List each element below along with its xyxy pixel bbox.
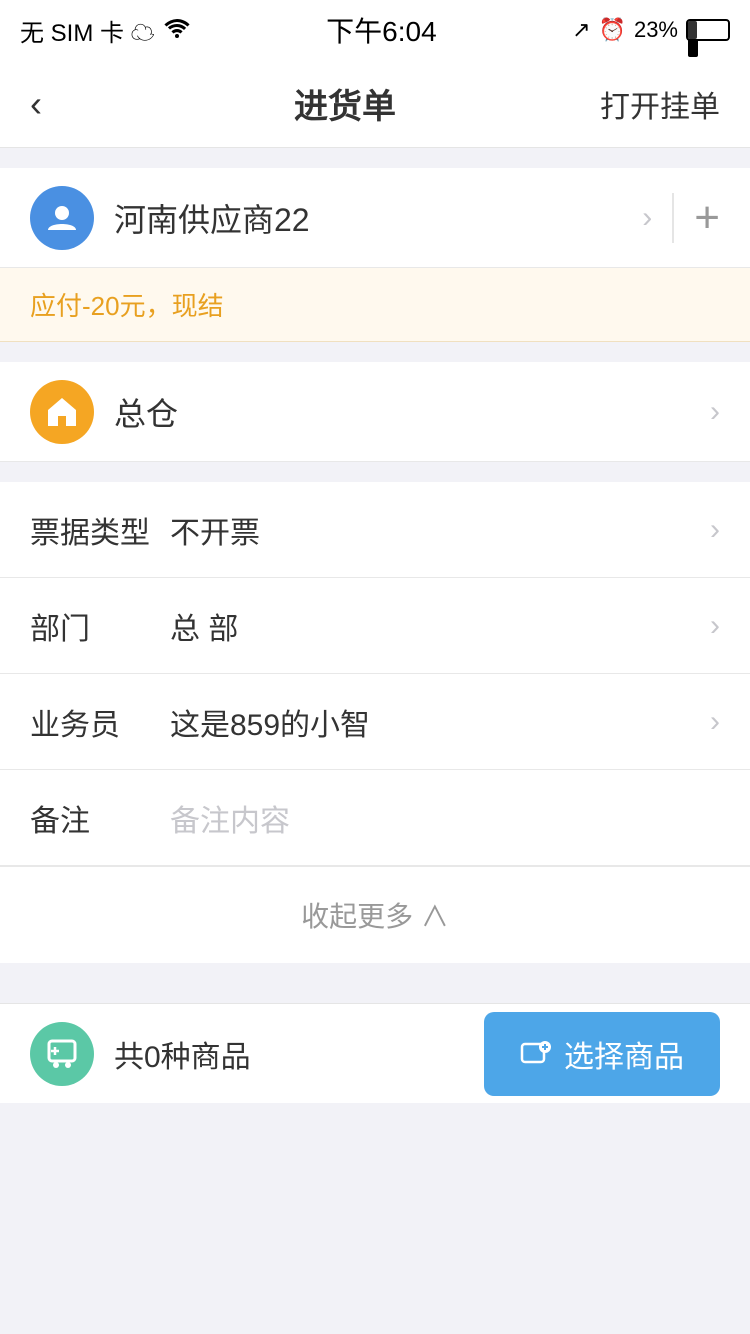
- section-gap-1: [0, 148, 750, 168]
- invoice-type-label: 票据类型: [30, 508, 170, 552]
- select-product-button[interactable]: 选择商品: [484, 1012, 720, 1096]
- status-right: ↗ ⏰ 23%: [572, 17, 730, 43]
- product-icon: [30, 1022, 94, 1086]
- supplier-section: 河南供应商22 › + 应付-20元，现结: [0, 168, 750, 342]
- back-button[interactable]: ‹: [30, 83, 90, 125]
- form-section: 票据类型 不开票 › 部门 总 部 › 业务员 这是859的小智 › 备注 备注…: [0, 482, 750, 963]
- open-pending-button[interactable]: 打开挂单: [600, 82, 720, 126]
- warehouse-row[interactable]: 总仓 ›: [0, 362, 750, 462]
- supplier-row[interactable]: 河南供应商22 › +: [0, 168, 750, 268]
- product-count-label: 共0种商品: [114, 1032, 484, 1076]
- alarm-icon: ⏰: [599, 17, 626, 43]
- supplier-avatar: [30, 186, 94, 250]
- collapse-row[interactable]: 收起更多 ∧: [0, 866, 750, 963]
- section-gap-2: [0, 342, 750, 362]
- battery-label: 23%: [634, 17, 678, 43]
- home-icon: [44, 394, 80, 430]
- warehouse-icon: [30, 380, 94, 444]
- salesman-row[interactable]: 业务员 这是859的小智 ›: [0, 674, 750, 770]
- nav-bar: ‹ 进货单 打开挂单: [0, 60, 750, 148]
- time-label: 下午6:04: [326, 10, 437, 50]
- section-gap-4: [0, 963, 750, 983]
- department-chevron-icon: ›: [710, 609, 720, 643]
- remark-row[interactable]: 备注 备注内容: [0, 770, 750, 866]
- supplier-name: 河南供应商22: [114, 195, 642, 241]
- warehouse-section: 总仓 ›: [0, 362, 750, 462]
- notice-banner: 应付-20元，现结: [0, 268, 750, 342]
- remark-input[interactable]: 备注内容: [170, 796, 720, 840]
- location-icon: ↗: [572, 17, 590, 43]
- wifi-icon: [163, 16, 191, 45]
- salesman-chevron-icon: ›: [710, 705, 720, 739]
- department-label: 部门: [30, 604, 170, 648]
- select-product-label: 选择商品: [564, 1032, 684, 1076]
- bottom-bar: 共0种商品 选择商品: [0, 1003, 750, 1103]
- department-value: 总 部: [170, 604, 710, 648]
- sim-label: 无 SIM 卡 ☁: [20, 13, 155, 48]
- invoice-type-chevron-icon: ›: [710, 513, 720, 547]
- add-supplier-button[interactable]: +: [694, 193, 720, 243]
- battery-icon: [686, 19, 730, 41]
- salesman-label: 业务员: [30, 700, 170, 744]
- select-product-icon: [520, 1038, 552, 1070]
- person-icon: [44, 200, 80, 236]
- salesman-value: 这是859的小智: [170, 700, 710, 744]
- remark-label: 备注: [30, 796, 170, 840]
- cart-icon: [45, 1037, 79, 1071]
- supplier-chevron-icon: ›: [642, 201, 652, 235]
- department-row[interactable]: 部门 总 部 ›: [0, 578, 750, 674]
- invoice-type-row[interactable]: 票据类型 不开票 ›: [0, 482, 750, 578]
- warehouse-name: 总仓: [114, 389, 710, 435]
- status-bar: 无 SIM 卡 ☁ 下午6:04 ↗ ⏰ 23%: [0, 0, 750, 60]
- collapse-label: 收起更多 ∧: [301, 895, 449, 935]
- page-title: 进货单: [294, 79, 396, 128]
- supplier-divider: [672, 193, 674, 243]
- warehouse-chevron-icon: ›: [710, 395, 720, 429]
- invoice-type-value: 不开票: [170, 508, 710, 552]
- section-gap-3: [0, 462, 750, 482]
- status-left: 无 SIM 卡 ☁: [20, 13, 191, 48]
